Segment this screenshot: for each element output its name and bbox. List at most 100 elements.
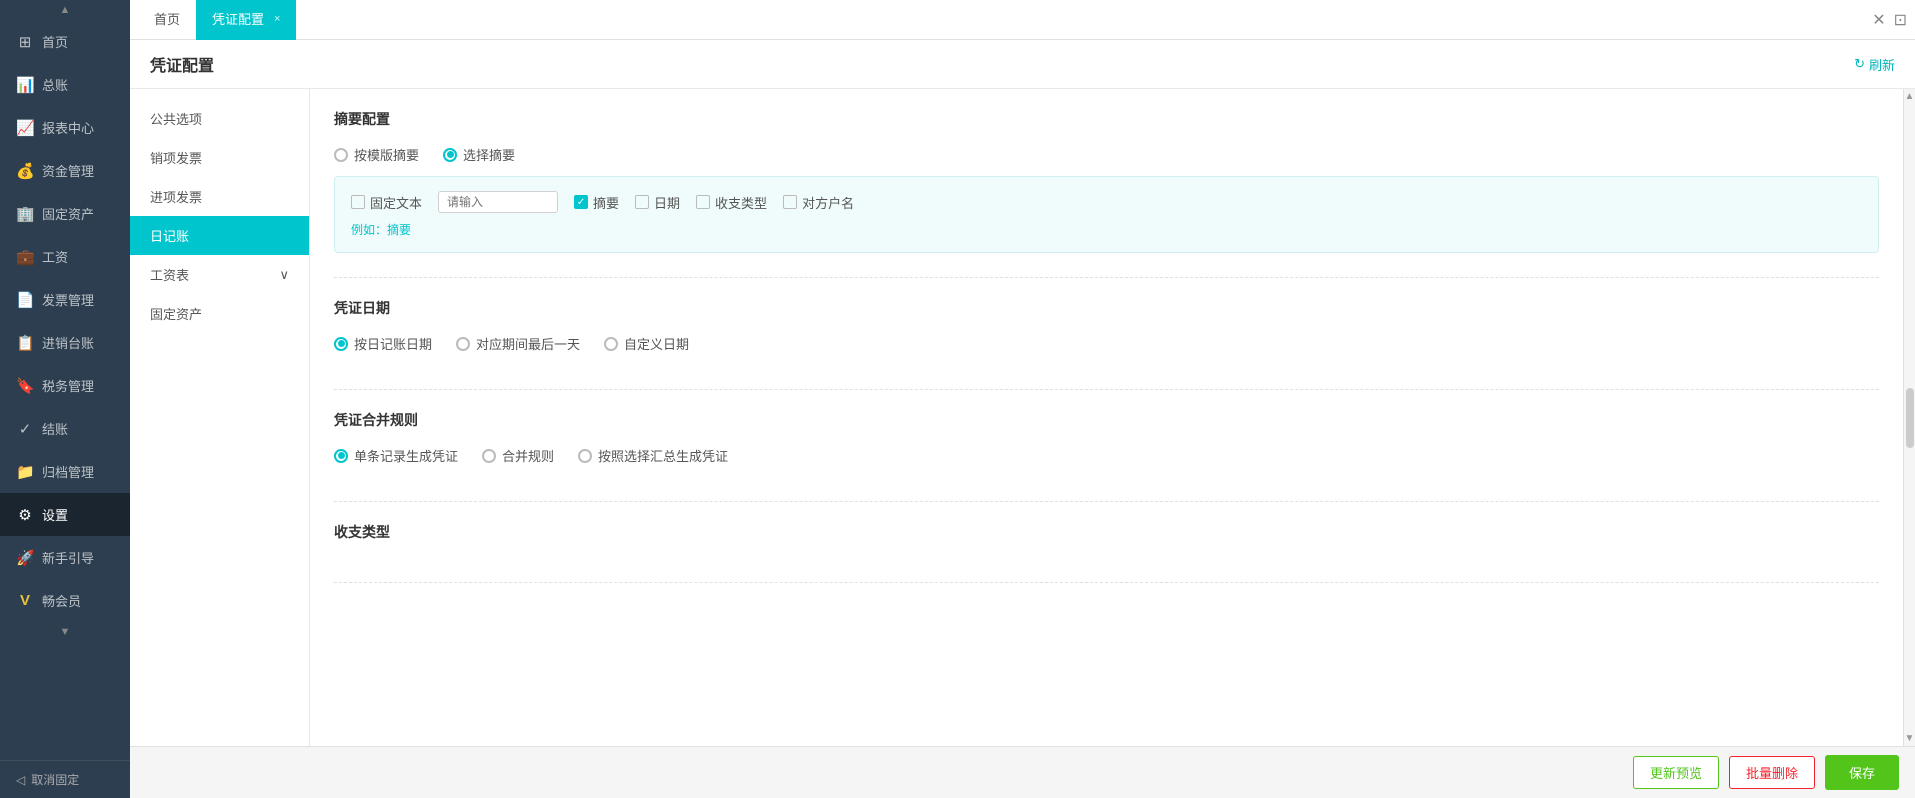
radio-label: 选择摘要 bbox=[463, 145, 515, 164]
tab-home[interactable]: 首页 bbox=[138, 0, 196, 40]
sidebar-item-label: 归档管理 bbox=[42, 462, 94, 481]
nav-purchase-invoice[interactable]: 进项发票 bbox=[130, 177, 309, 216]
checkbox-label: 对方户名 bbox=[802, 193, 854, 212]
radio-aggregate-generate[interactable]: 按照选择汇总生成凭证 bbox=[578, 446, 728, 465]
sidebar-item-fixed-assets[interactable]: 🏢 固定资产 bbox=[0, 192, 130, 235]
sidebar-item-label: 首页 bbox=[42, 32, 68, 51]
radio-circle-period bbox=[456, 337, 470, 351]
checkbox-box-summary: ✓ bbox=[574, 195, 588, 209]
fixed-text-input[interactable] bbox=[438, 191, 558, 213]
sidebar-scroll-up[interactable]: ▲ bbox=[0, 0, 130, 20]
radio-period-last-day[interactable]: 对应期间最后一天 bbox=[456, 334, 580, 353]
sidebar-item-label: 设置 bbox=[42, 505, 68, 524]
sidebar-item-label: 畅会员 bbox=[42, 591, 81, 610]
radio-custom-date[interactable]: 自定义日期 bbox=[604, 334, 689, 353]
guide-icon: 🚀 bbox=[16, 549, 34, 567]
radio-label: 自定义日期 bbox=[624, 334, 689, 353]
sidebar-scroll-down[interactable]: ▼ bbox=[0, 622, 130, 642]
tab-close-button[interactable]: × bbox=[274, 13, 280, 25]
maximize-button[interactable]: ⊡ bbox=[1894, 10, 1907, 30]
sidebar: ▲ ⊞ 首页 📊 总账 📈 报表中心 💰 资金管理 🏢 固定资产 💼 工资 📄 … bbox=[0, 0, 130, 798]
sidebar-item-checkout[interactable]: ✓ 结账 bbox=[0, 407, 130, 450]
nav-label: 进项发票 bbox=[150, 187, 202, 206]
sidebar-item-archive[interactable]: 📁 归档管理 bbox=[0, 450, 130, 493]
radio-select-summary[interactable]: 选择摘要 bbox=[443, 145, 515, 164]
nav-payroll[interactable]: 工资表 ∨ bbox=[130, 255, 309, 294]
sidebar-item-report-center[interactable]: 📈 报表中心 bbox=[0, 106, 130, 149]
sidebar-item-label: 发票管理 bbox=[42, 290, 94, 309]
radio-single-record[interactable]: 单条记录生成凭证 bbox=[334, 446, 458, 465]
settings-icon: ⚙ bbox=[16, 506, 34, 524]
checkbox-box-receipt bbox=[696, 195, 710, 209]
vip-icon: V bbox=[16, 592, 34, 609]
scroll-up-arrow[interactable]: ▲ bbox=[1905, 91, 1915, 102]
summary-config-box: 固定文本 ✓ 摘要 日期 收支类型 bbox=[334, 176, 1879, 253]
checkbox-counterparty[interactable]: 对方户名 bbox=[783, 193, 854, 212]
sidebar-item-label: 固定资产 bbox=[42, 204, 94, 223]
sidebar-item-purchase-sales[interactable]: 📋 进销台账 bbox=[0, 321, 130, 364]
nav-fixed-assets[interactable]: 固定资产 bbox=[130, 294, 309, 333]
fund-icon: 💰 bbox=[16, 162, 34, 180]
radio-circle-aggregate bbox=[578, 449, 592, 463]
nav-sales-invoice[interactable]: 销项发票 bbox=[130, 138, 309, 177]
sidebar-unpin-button[interactable]: ◁ 取消固定 bbox=[0, 760, 130, 798]
radio-circle-template bbox=[334, 148, 348, 162]
sidebar-item-tax[interactable]: 🔖 税务管理 bbox=[0, 364, 130, 407]
checkbox-label: 收支类型 bbox=[715, 193, 767, 212]
sidebar-item-label: 工资 bbox=[42, 247, 68, 266]
radio-template-summary[interactable]: 按模版摘要 bbox=[334, 145, 419, 164]
sidebar-item-fund-management[interactable]: 💰 资金管理 bbox=[0, 149, 130, 192]
checkout-icon: ✓ bbox=[16, 420, 34, 438]
sidebar-item-invoice[interactable]: 📄 发票管理 bbox=[0, 278, 130, 321]
sidebar-item-salary[interactable]: 💼 工资 bbox=[0, 235, 130, 278]
summary-preview: 例如：摘要 bbox=[351, 221, 1862, 238]
radio-label: 按日记账日期 bbox=[354, 334, 432, 353]
home-icon: ⊞ bbox=[16, 33, 34, 51]
sidebar-item-label: 报表中心 bbox=[42, 118, 94, 137]
scroll-down-arrow[interactable]: ▼ bbox=[1905, 733, 1915, 744]
main-area: 首页 凭证配置 × ✕ ⊡ 凭证配置 ↻ 刷新 公共选项 销项发票 进项 bbox=[130, 0, 1915, 798]
radio-circle-journal bbox=[334, 337, 348, 351]
tab-voucher-config[interactable]: 凭证配置 × bbox=[196, 0, 296, 40]
checkbox-date[interactable]: 日期 bbox=[635, 193, 680, 212]
checkbox-summary[interactable]: ✓ 摘要 bbox=[574, 193, 619, 212]
sidebar-item-label: 总账 bbox=[42, 75, 68, 94]
nav-label: 日记账 bbox=[150, 226, 189, 245]
date-radio-group: 按日记账日期 对应期间最后一天 自定义日期 bbox=[334, 334, 1879, 353]
refresh-label: 刷新 bbox=[1869, 55, 1895, 74]
tab-home-label: 首页 bbox=[154, 9, 180, 28]
radio-circle-single bbox=[334, 449, 348, 463]
assets-icon: 🏢 bbox=[16, 205, 34, 223]
radio-journal-date[interactable]: 按日记账日期 bbox=[334, 334, 432, 353]
sidebar-item-label: 税务管理 bbox=[42, 376, 94, 395]
tab-bar: 首页 凭证配置 × ✕ ⊡ bbox=[130, 0, 1915, 40]
tab-bar-actions: ✕ ⊡ bbox=[1872, 10, 1907, 30]
checkbox-label: 固定文本 bbox=[370, 193, 422, 212]
checkbox-label: 日期 bbox=[654, 193, 680, 212]
sidebar-item-home[interactable]: ⊞ 首页 bbox=[0, 20, 130, 63]
scroll-thumb[interactable] bbox=[1906, 388, 1914, 448]
save-button[interactable]: 保存 bbox=[1825, 755, 1899, 790]
unpin-label: 取消固定 bbox=[31, 771, 79, 788]
sidebar-item-settings[interactable]: ⚙ 设置 bbox=[0, 493, 130, 536]
update-preview-button[interactable]: 更新预览 bbox=[1633, 756, 1719, 789]
batch-delete-button[interactable]: 批量删除 bbox=[1729, 756, 1815, 789]
chart-icon: 📊 bbox=[16, 76, 34, 94]
radio-label: 合并规则 bbox=[502, 446, 554, 465]
nav-public-options[interactable]: 公共选项 bbox=[130, 99, 309, 138]
report-icon: 📈 bbox=[16, 119, 34, 137]
checkbox-fixed-text[interactable]: 固定文本 bbox=[351, 193, 422, 212]
pin-icon: ◁ bbox=[16, 773, 25, 787]
receipt-type-section: 收支类型 bbox=[334, 522, 1879, 583]
sidebar-item-vip[interactable]: V 畅会员 bbox=[0, 579, 130, 622]
summary-config-section: 摘要配置 按模版摘要 选择摘要 固定文本 bbox=[334, 109, 1879, 278]
radio-merge-rule[interactable]: 合并规则 bbox=[482, 446, 554, 465]
checkbox-receipt-type[interactable]: 收支类型 bbox=[696, 193, 767, 212]
checkbox-box-date bbox=[635, 195, 649, 209]
minimize-button[interactable]: ✕ bbox=[1872, 10, 1885, 30]
sidebar-item-general-ledger[interactable]: 📊 总账 bbox=[0, 63, 130, 106]
checkbox-box-counterparty bbox=[783, 195, 797, 209]
refresh-button[interactable]: ↻ 刷新 bbox=[1854, 55, 1895, 74]
nav-journal[interactable]: 日记账 bbox=[130, 216, 309, 255]
sidebar-item-guide[interactable]: 🚀 新手引导 bbox=[0, 536, 130, 579]
